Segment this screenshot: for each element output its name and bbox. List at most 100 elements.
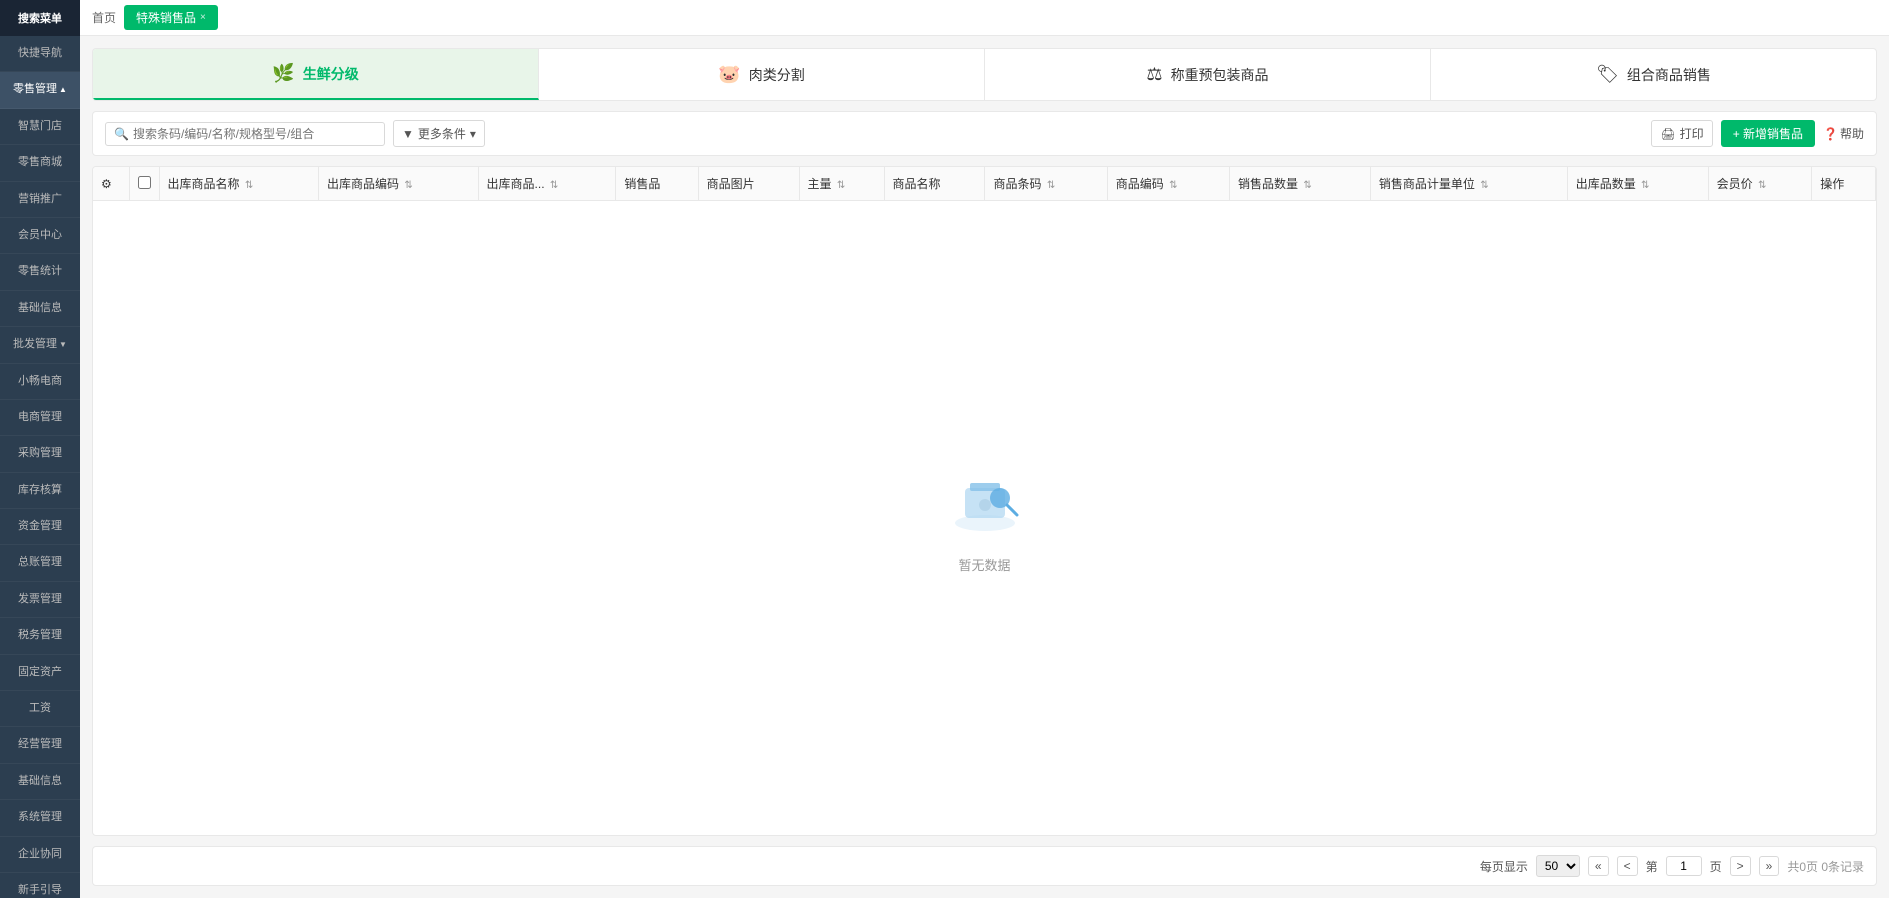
sort-icon-10[interactable]: ⇅ [1758,180,1766,191]
prev-page-button[interactable]: < [1617,856,1638,876]
sidebar-item-wages[interactable]: 工资 [0,691,80,727]
data-table: ⚙ 出库商品名称 ⇅ 出库商品编码 ⇅ [93,167,1876,201]
sidebar-item-finance[interactable]: 资金管理 [0,509,80,545]
filter-label: 更多条件 [418,125,466,142]
cat-tab-meat-split[interactable]: 🐷 肉类分割 [539,49,985,100]
sidebar-item-basic-info2[interactable]: 基础信息 [0,764,80,800]
topbar: 首页 特殊销售品 × [80,0,1889,36]
th-settings[interactable]: ⚙ [93,167,129,201]
sidebar-item-retail-stats[interactable]: 零售统计 [0,254,80,290]
sort-icon[interactable]: ⇅ [245,180,253,191]
sidebar-item-tax[interactable]: 税务管理 [0,618,80,654]
first-page-button[interactable]: « [1588,856,1609,876]
sidebar-item-retail-mall[interactable]: 零售商城 [0,145,80,181]
help-label: 帮助 [1840,125,1864,142]
new-sales-item-button[interactable]: + 新增销售品 [1721,120,1815,147]
sidebar-item-invoice[interactable]: 发票管理 [0,582,80,618]
sidebar-item-fixed-assets[interactable]: 固定资产 [0,655,80,691]
main-area: 首页 特殊销售品 × 🌿 生鲜分级 🐷 肉类分割 ⚖ 称重预包装商品 🏷 [80,0,1889,898]
next-page-button[interactable]: > [1730,856,1751,876]
sidebar-item-wholesale-manage[interactable]: 批发管理 ▼ [0,327,80,363]
sort-icon-3[interactable]: ⇅ [550,180,558,191]
sort-icon-9[interactable]: ⇅ [1641,180,1649,191]
data-table-container: ⚙ 出库商品名称 ⇅ 出库商品编码 ⇅ [92,166,1877,836]
print-label: 打印 [1680,125,1704,142]
sidebar-item-quick-nav[interactable]: 快捷导航 [0,36,80,72]
toolbar: 🔍 ▼ 更多条件 ▾ 🖨 打印 + 新增销售品 ❓ [92,111,1877,156]
sidebar-item-marketing[interactable]: 营销推广 [0,182,80,218]
sort-icon-7[interactable]: ⇅ [1303,180,1311,191]
per-page-select[interactable]: 50 [1536,855,1580,877]
sidebar-item-new-guide[interactable]: 新手引导 [0,873,80,898]
sidebar-item-enterprise[interactable]: 企业协同 [0,837,80,873]
meat-split-icon: 🐷 [718,64,740,85]
print-button[interactable]: 🖨 打印 [1651,120,1712,147]
sidebar-item-biz-manage[interactable]: 经营管理 [0,727,80,763]
close-tab-icon[interactable]: × [200,12,206,23]
sort-icon-6[interactable]: ⇅ [1169,180,1177,191]
th-goods-code: 商品编码 ⇅ [1107,167,1229,201]
meat-split-label: 肉类分割 [749,65,805,85]
th-goods-image: 商品图片 [698,167,799,201]
retail-manage-arrow: ▲ [59,84,67,95]
print-icon: 🖨 [1660,127,1675,141]
th-checkbox[interactable] [129,167,159,201]
help-button[interactable]: ❓ 帮助 [1823,125,1864,142]
sidebar-item-purchase[interactable]: 采购管理 [0,436,80,472]
sidebar-item-smart-store[interactable]: 智慧门店 [0,109,80,145]
category-tabs: 🌿 生鲜分级 🐷 肉类分割 ⚖ 称重预包装商品 🏷 组合商品销售 [92,48,1877,101]
th-weight: 主量 ⇅ [799,167,884,201]
pagination: 每页显示 50 « < 第 页 > » 共0页 0条记录 [92,846,1877,886]
sidebar: 搜索菜单 快捷导航 零售管理 ▲ 智慧门店 零售商城 营销推广 会员中心 零售统… [0,0,80,898]
toolbar-right: 🖨 打印 + 新增销售品 ❓ 帮助 [1651,120,1864,147]
active-tab-label: 特殊销售品 [136,9,196,26]
th-member-price: 会员价 ⇅ [1708,167,1812,201]
weight-package-icon: ⚖ [1146,64,1162,85]
th-actions: 操作 [1812,167,1876,201]
filter-icon: ▼ [402,127,414,141]
sidebar-item-ledger[interactable]: 总账管理 [0,545,80,581]
sidebar-item-basic-info[interactable]: 基础信息 [0,291,80,327]
filter-arrow-icon: ▾ [470,127,476,141]
th-out-qty: 出库品数量 ⇅ [1567,167,1708,201]
th-sales-qty: 销售品数量 ⇅ [1230,167,1371,201]
th-goods-barcode: 商品条码 ⇅ [985,167,1107,201]
sort-icon-4[interactable]: ⇅ [837,180,845,191]
combo-goods-label: 组合商品销售 [1627,65,1711,85]
cat-tab-weight-package[interactable]: ⚖ 称重预包装商品 [985,49,1431,100]
sidebar-item-mini-app[interactable]: 小畅电商 [0,364,80,400]
page-number-input[interactable] [1666,856,1702,876]
sidebar-logo[interactable]: 搜索菜单 [0,0,80,36]
search-box[interactable]: 🔍 [105,122,385,146]
empty-state: 暂无数据 [93,201,1876,835]
empty-icon [945,463,1025,543]
sidebar-item-sys-manage[interactable]: 系统管理 [0,800,80,836]
sidebar-item-member-center[interactable]: 会员中心 [0,218,80,254]
combo-goods-icon: 🏷 [1596,64,1619,85]
sort-icon-5[interactable]: ⇅ [1047,180,1055,191]
sidebar-item-retail-manage[interactable]: 零售管理 ▲ [0,72,80,108]
page-label-suffix: 页 [1710,858,1722,875]
help-icon: ❓ [1823,127,1838,141]
search-icon: 🔍 [114,127,129,141]
fresh-grade-label: 生鲜分级 [303,64,359,84]
per-page-label: 每页显示 [1480,858,1528,875]
filter-button[interactable]: ▼ 更多条件 ▾ [393,120,485,147]
content-area: 🌿 生鲜分级 🐷 肉类分割 ⚖ 称重预包装商品 🏷 组合商品销售 🔍 [80,36,1889,898]
sidebar-item-inventory[interactable]: 库存核算 [0,473,80,509]
weight-package-label: 称重预包装商品 [1171,65,1269,85]
last-page-button[interactable]: » [1759,856,1780,876]
active-tab[interactable]: 特殊销售品 × [124,5,218,30]
th-sales-unit: 销售商品计量单位 ⇅ [1370,167,1567,201]
cat-tab-combo-goods[interactable]: 🏷 组合商品销售 [1431,49,1876,100]
cat-tab-fresh-grade[interactable]: 🌿 生鲜分级 [93,49,539,100]
th-sales-goods: 销售品 [616,167,698,201]
sort-icon-8[interactable]: ⇅ [1480,180,1488,191]
sort-icon-2[interactable]: ⇅ [404,180,412,191]
search-input[interactable] [133,127,376,141]
breadcrumb-home[interactable]: 首页 [92,9,116,26]
select-all-checkbox[interactable] [138,176,151,189]
settings-icon: ⚙ [101,177,112,191]
sidebar-item-ecommerce[interactable]: 电商管理 [0,400,80,436]
wholesale-arrow: ▼ [59,339,67,350]
